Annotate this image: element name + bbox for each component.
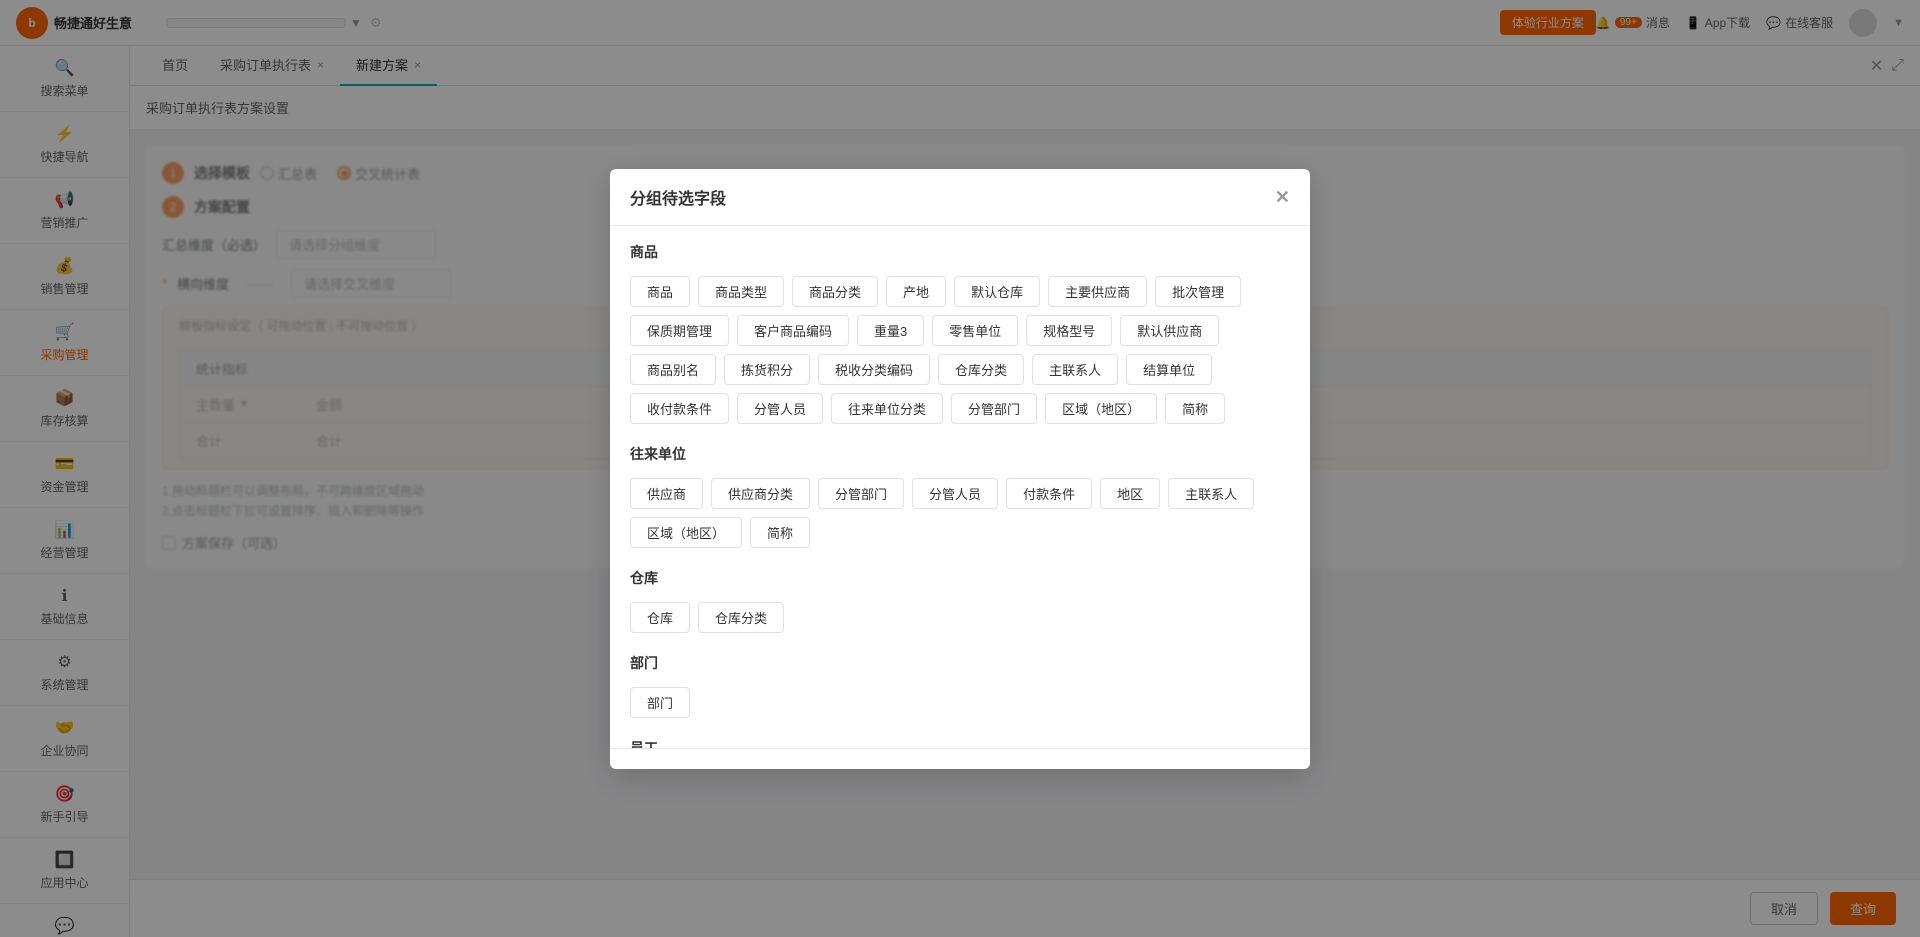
field-tag[interactable]: 主联系人	[1032, 354, 1118, 385]
modal-footer	[610, 748, 1310, 769]
field-tag[interactable]: 仓库分类	[698, 602, 784, 633]
field-tag[interactable]: 默认仓库	[954, 276, 1040, 307]
modal-header: 分组待选字段 ✕	[610, 169, 1310, 226]
field-tag[interactable]: 区域（地区）	[1045, 393, 1157, 424]
field-tag[interactable]: 保质期管理	[630, 315, 729, 346]
field-tag[interactable]: 仓库分类	[938, 354, 1024, 385]
field-tag[interactable]: 简称	[1165, 393, 1225, 424]
field-section-partner: 往来单位供应商供应商分类分管部门分管人员付款条件地区主联系人区域（地区） 简称	[630, 444, 1290, 548]
field-tags-department: 部门	[630, 687, 1290, 718]
field-tags-warehouse: 仓库仓库分类	[630, 602, 1290, 633]
field-tag[interactable]: 仓库	[630, 602, 690, 633]
field-tag[interactable]: 区域（地区）	[630, 517, 742, 548]
field-tag[interactable]: 付款条件	[1006, 478, 1092, 509]
field-tag[interactable]: 产地	[886, 276, 946, 307]
field-tag[interactable]: 分管部门	[818, 478, 904, 509]
field-tag[interactable]: 收付款条件	[630, 393, 729, 424]
field-section-goods: 商品商品商品类型商品分类产地默认仓库主要供应商批次管理保质期管理客户商品编码重量…	[630, 242, 1290, 424]
field-tag[interactable]: 往来单位分类	[831, 393, 943, 424]
field-tag[interactable]: 默认供应商	[1120, 315, 1219, 346]
field-tag[interactable]: 税收分类编码	[818, 354, 930, 385]
field-tag[interactable]: 供应商	[630, 478, 703, 509]
field-tags-goods: 商品商品类型商品分类产地默认仓库主要供应商批次管理保质期管理客户商品编码重量3 零…	[630, 276, 1290, 424]
modal-title: 分组待选字段	[630, 185, 726, 209]
field-tag[interactable]: 拣货积分	[724, 354, 810, 385]
field-section-title-warehouse: 仓库	[630, 568, 1290, 592]
field-section-title-employee: 员工	[630, 738, 1290, 748]
field-tag[interactable]: 分管部门	[951, 393, 1037, 424]
field-tag[interactable]: 商品别名	[630, 354, 716, 385]
modal-body: 商品商品商品类型商品分类产地默认仓库主要供应商批次管理保质期管理客户商品编码重量…	[610, 226, 1310, 748]
field-tag[interactable]: 分管人员	[912, 478, 998, 509]
field-tag[interactable]: 主联系人	[1168, 478, 1254, 509]
field-tag[interactable]: 商品类型	[698, 276, 784, 307]
field-tag[interactable]: 分管人员	[737, 393, 823, 424]
field-tag[interactable]: 供应商分类	[711, 478, 810, 509]
field-tag[interactable]: 商品分类	[792, 276, 878, 307]
field-section-title-partner: 往来单位	[630, 444, 1290, 468]
field-tag[interactable]: 主要供应商	[1048, 276, 1147, 307]
field-section-title-goods: 商品	[630, 242, 1290, 266]
field-tag[interactable]: 结算单位	[1126, 354, 1212, 385]
field-section-employee: 员工业务员	[630, 738, 1290, 748]
field-tag[interactable]: 规格型号	[1026, 315, 1112, 346]
field-tag[interactable]: 批次管理	[1155, 276, 1241, 307]
field-tag[interactable]: 零售单位	[932, 315, 1018, 346]
field-section-warehouse: 仓库仓库仓库分类	[630, 568, 1290, 633]
field-tag[interactable]: 部门	[630, 687, 690, 718]
field-tag[interactable]: 地区	[1100, 478, 1160, 509]
field-tag[interactable]: 商品	[630, 276, 690, 307]
modal-close-button[interactable]: ✕	[1275, 188, 1290, 206]
field-selection-modal: 分组待选字段 ✕ 商品商品商品类型商品分类产地默认仓库主要供应商批次管理保质期管…	[610, 169, 1310, 769]
field-tag[interactable]: 客户商品编码	[737, 315, 849, 346]
field-section-department: 部门部门	[630, 653, 1290, 718]
field-tags-partner: 供应商供应商分类分管部门分管人员付款条件地区主联系人区域（地区） 简称	[630, 478, 1290, 548]
field-section-title-department: 部门	[630, 653, 1290, 677]
modal-overlay[interactable]: 分组待选字段 ✕ 商品商品商品类型商品分类产地默认仓库主要供应商批次管理保质期管…	[0, 0, 1920, 937]
field-tag[interactable]: 简称	[750, 517, 810, 548]
field-tag[interactable]: 重量3	[857, 315, 924, 346]
